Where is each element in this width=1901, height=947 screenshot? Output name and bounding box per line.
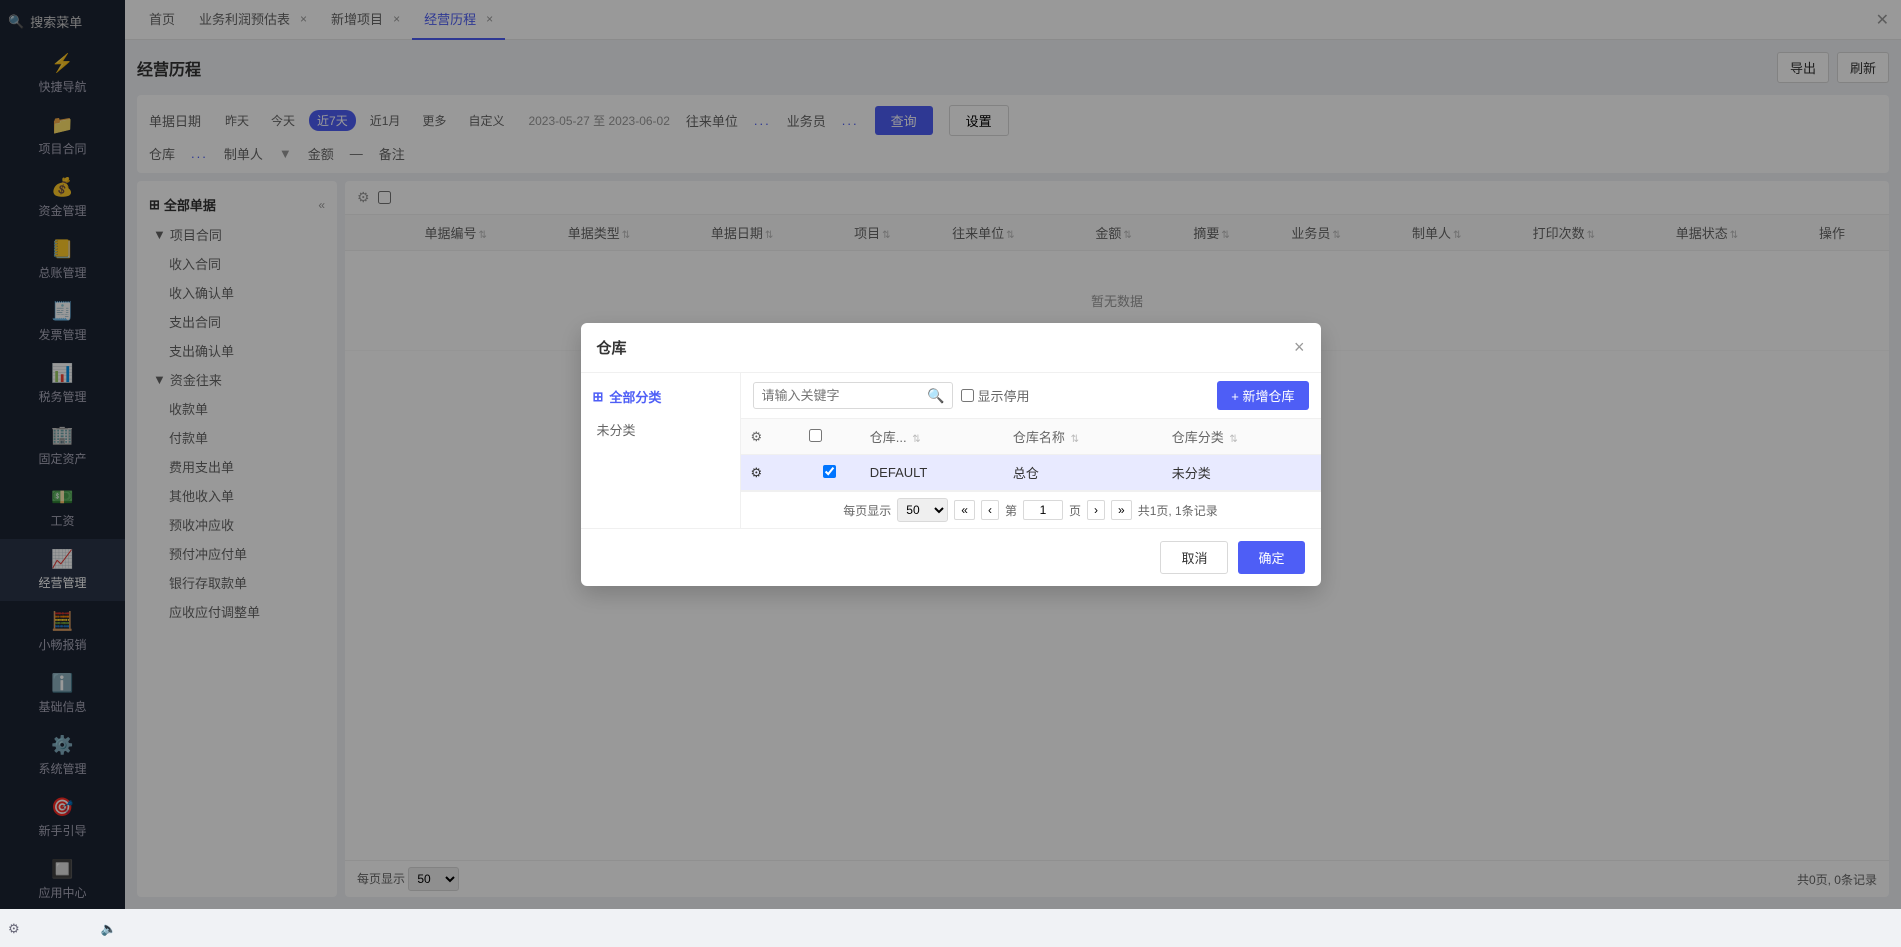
warehouse-modal: 仓库 × ⊞ 全部分类 未分类 🔍 (581, 323, 1321, 586)
modal-right-panel: 🔍 显示停用 + 新增仓库 ⚙ (741, 373, 1321, 528)
modal-table-header-row: ⚙ 仓库... ⇅ 仓库名称 ⇅ (741, 419, 1321, 455)
modal-page-input[interactable] (1023, 500, 1063, 520)
modal-th-check[interactable] (799, 419, 860, 455)
modal-title: 仓库 (597, 337, 627, 358)
modal-prev-page[interactable]: ‹ (981, 500, 999, 520)
modal-per-page-select[interactable]: 50 100 (897, 498, 948, 522)
show-disabled-checkbox[interactable] (961, 389, 974, 402)
modal-first-page[interactable]: « (954, 500, 975, 520)
modal-select-all[interactable] (809, 429, 822, 442)
modal-row-category: 未分类 (1162, 455, 1321, 491)
modal-left-panel: ⊞ 全部分类 未分类 (581, 373, 741, 528)
modal-last-page[interactable]: » (1111, 500, 1132, 520)
modal-all-categories[interactable]: ⊞ 全部分类 (581, 381, 740, 412)
modal-th-category[interactable]: 仓库分类 ⇅ (1162, 419, 1321, 455)
show-disabled-label[interactable]: 显示停用 (961, 386, 1030, 405)
modal-row-check[interactable] (799, 455, 860, 491)
modal-row-name: 总仓 (1003, 455, 1162, 491)
modal-table-wrap: ⚙ 仓库... ⇅ 仓库名称 ⇅ (741, 419, 1321, 491)
warehouse-search-input[interactable] (753, 382, 953, 409)
modal-body: ⊞ 全部分类 未分类 🔍 显示停用 + 新增仓库 (581, 373, 1321, 528)
modal-total-info: 共1页, 1条记录 (1138, 502, 1218, 519)
modal-th-code[interactable]: 仓库... ⇅ (860, 419, 1003, 455)
modal-th-name[interactable]: 仓库名称 ⇅ (1003, 419, 1162, 455)
modal-next-page[interactable]: › (1087, 500, 1105, 520)
modal-page-word: 第 (1005, 502, 1017, 519)
modal-actions: 取消 确定 (581, 528, 1321, 586)
grid-icon-modal: ⊞ (593, 389, 604, 405)
modal-row-gear[interactable]: ⚙ (741, 455, 799, 491)
settings-icon[interactable]: ⚙ (8, 921, 20, 937)
audio-icon[interactable]: 🔈 (101, 921, 117, 937)
modal-pagination: 每页显示 50 100 « ‹ 第 页 › » 共1页, 1条记录 (741, 491, 1321, 528)
confirm-button[interactable]: 确定 (1238, 541, 1304, 574)
modal-page-label: 页 (1069, 502, 1081, 519)
modal-row-code: DEFAULT (860, 455, 1003, 491)
cancel-button[interactable]: 取消 (1160, 541, 1228, 574)
add-warehouse-button[interactable]: + 新增仓库 (1217, 381, 1308, 410)
modal-uncategorized[interactable]: 未分类 (581, 412, 740, 447)
search-wrap: 🔍 (753, 382, 953, 409)
modal-close-button[interactable]: × (1294, 337, 1305, 358)
modal-table-row[interactable]: ⚙ DEFAULT 总仓 未分类 (741, 455, 1321, 491)
modal-header: 仓库 × (581, 323, 1321, 373)
search-icon-modal: 🔍 (927, 387, 944, 404)
modal-toolbar: 🔍 显示停用 + 新增仓库 (741, 373, 1321, 419)
sidebar-bottom: ⚙ 🔈 (0, 911, 125, 947)
modal-th-gear[interactable]: ⚙ (741, 419, 799, 455)
modal-warehouse-table: ⚙ 仓库... ⇅ 仓库名称 ⇅ (741, 419, 1321, 491)
modal-overlay: 仓库 × ⊞ 全部分类 未分类 🔍 (0, 0, 1901, 909)
